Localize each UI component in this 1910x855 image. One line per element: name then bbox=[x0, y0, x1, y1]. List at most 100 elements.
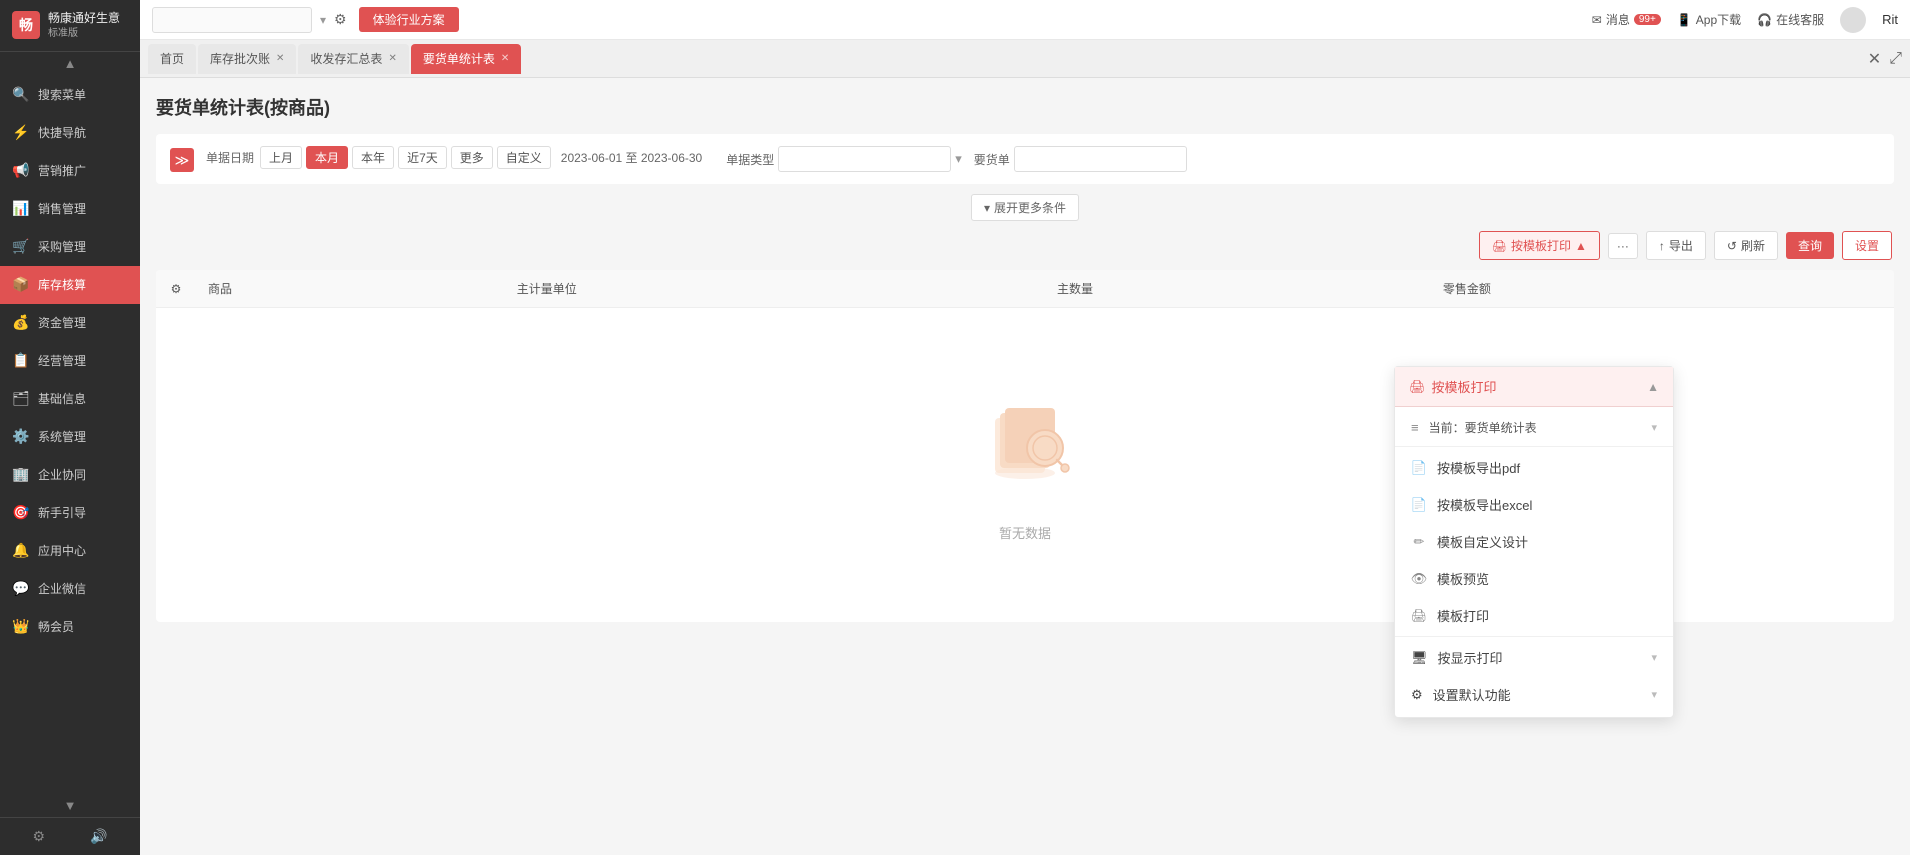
topbar-online-support[interactable]: 🎧 在线客服 bbox=[1757, 11, 1824, 28]
sidebar-item-purchase[interactable]: 🛒采购管理 bbox=[0, 228, 140, 266]
type-filter-input[interactable] bbox=[778, 146, 951, 172]
date-btn-更多[interactable]: 更多 bbox=[451, 146, 493, 169]
print-dropdown-header-icon: 🖨 bbox=[1409, 379, 1426, 395]
th-quantity: 主数量 bbox=[1045, 270, 1431, 308]
dropdown-item-template-export-pdf[interactable]: 📄按模板导出pdf bbox=[1395, 449, 1673, 486]
tab-close-inventory-batch[interactable]: ✕ bbox=[276, 53, 284, 64]
sidebar-item-basic[interactable]: 🗂 基础信息 bbox=[0, 380, 140, 418]
nav-icon-finance: 💰 bbox=[12, 314, 30, 332]
refresh-btn[interactable]: ↺ 刷新 bbox=[1714, 231, 1778, 260]
sidebar-item-quick-nav[interactable]: ⚡快捷导航 bbox=[0, 114, 140, 152]
sidebar: 畅 畅康通好生意 标准版 ▲ 🔍搜索菜单⚡快捷导航📢营销推广📊销售管理🛒采购管理… bbox=[0, 0, 140, 855]
item-label-template-export-excel: 按模板导出excel bbox=[1437, 495, 1657, 514]
sidebar-item-inventory[interactable]: 📦库存核算 bbox=[0, 266, 140, 304]
action-bar: 🖨 按模板打印 ▲ ··· ↑ 导出 ↺ 刷新 查询 设置 bbox=[156, 231, 1894, 260]
sidebar-item-search[interactable]: 🔍搜索菜单 bbox=[0, 76, 140, 114]
dropdown-item-template-preview[interactable]: 👁 模板预览 bbox=[1395, 560, 1673, 597]
tab-close-collection-summary[interactable]: ✕ bbox=[388, 53, 396, 64]
app-label: App下载 bbox=[1696, 11, 1741, 28]
tab-inventory-batch[interactable]: 库存批次账 ✕ bbox=[198, 44, 296, 74]
table-header-row: ⚙ 商品 主计量单位 主数量 零售金额 bbox=[156, 270, 1894, 308]
settings-icon[interactable]: ⚙ bbox=[33, 828, 46, 845]
nav-icon-app: 🔔 bbox=[12, 542, 30, 560]
sidebar-item-guide[interactable]: 🎯新手引导 bbox=[0, 494, 140, 532]
sidebar-item-sales[interactable]: 📊销售管理 bbox=[0, 190, 140, 228]
current-template-chevron: ▾ bbox=[1651, 421, 1657, 434]
sidebar-logo: 畅 畅康通好生意 标准版 bbox=[0, 0, 140, 52]
date-btn-上月[interactable]: 上月 bbox=[260, 146, 302, 169]
sidebar-item-finance[interactable]: 💰 资金管理 bbox=[0, 304, 140, 342]
goods-filter-input[interactable] bbox=[1014, 146, 1187, 172]
th-settings[interactable]: ⚙ bbox=[156, 270, 196, 308]
trial-btn[interactable]: 体验行业方案 bbox=[359, 7, 459, 32]
topbar-message[interactable]: ✉ 消息 99+ bbox=[1592, 11, 1661, 28]
date-filter-label: 单据日期 bbox=[206, 149, 254, 166]
table-head: ⚙ 商品 主计量单位 主数量 零售金额 bbox=[156, 270, 1894, 308]
nav-icon-enterprise: 🏢 bbox=[12, 466, 30, 484]
current-template-item[interactable]: ≡ 当前：要货单统计表 ▾ bbox=[1395, 411, 1673, 444]
dropdown-item-template-export-excel[interactable]: 📄按模板导出excel bbox=[1395, 486, 1673, 523]
tab-close-order-stats[interactable]: ✕ bbox=[501, 53, 509, 64]
topbar-gear-icon[interactable]: ⚙ bbox=[334, 11, 347, 28]
print-btn[interactable]: 🖨 按模板打印 ▲ bbox=[1479, 231, 1600, 260]
refresh-label: 刷新 bbox=[1741, 237, 1765, 254]
topbar-app-download[interactable]: 📱 App下载 bbox=[1677, 11, 1741, 28]
filter-expand-icon[interactable]: ≫ bbox=[170, 148, 194, 172]
topbar-chevron-icon[interactable]: ▾ bbox=[320, 13, 326, 27]
nav-label-basic: 基础信息 bbox=[38, 390, 86, 407]
default-func-item[interactable]: ⚙ 设置默认功能 ▾ bbox=[1395, 676, 1673, 713]
tab-expand-btn[interactable]: ⤢ bbox=[1889, 50, 1902, 68]
nav-icon-sales: 📊 bbox=[12, 200, 30, 218]
tab-collection-summary[interactable]: 收发存汇总表✕ bbox=[298, 44, 408, 74]
nav-label-system: 系统管理 bbox=[38, 428, 86, 445]
sidebar-item-operation[interactable]: 📋经营管理 bbox=[0, 342, 140, 380]
type-filter-chevron[interactable]: ▾ bbox=[955, 151, 962, 167]
display-print-item[interactable]: 🖥 按显示打印 ▾ bbox=[1395, 639, 1673, 676]
nav-label-finance: 资金管理 bbox=[38, 314, 86, 331]
topbar-search-input[interactable] bbox=[152, 7, 312, 33]
expand-more-btn[interactable]: ▾ 展开更多条件 bbox=[971, 194, 1079, 221]
item-label-template-preview: 模板预览 bbox=[1437, 569, 1657, 588]
nav-icon-basic: 🗂 bbox=[12, 390, 30, 408]
item-label-template-print: 模板打印 bbox=[1437, 606, 1657, 625]
tab-label-inventory-batch: 库存批次账 bbox=[210, 50, 270, 67]
date-btn-近7天[interactable]: 近7天 bbox=[398, 146, 447, 169]
settings-btn[interactable]: 设置 bbox=[1842, 231, 1892, 260]
dropdown-item-template-print[interactable]: 🖨模板打印 bbox=[1395, 597, 1673, 634]
nav-label-marketing: 营销推广 bbox=[38, 162, 86, 179]
main-content: ▾ ⚙ 体验行业方案 ✉ 消息 99+ 📱 App下载 🎧 在线客服 Rit 首… bbox=[140, 0, 1910, 855]
date-btn-本年[interactable]: 本年 bbox=[352, 146, 394, 169]
print-dropdown-up-icon[interactable]: ▲ bbox=[1647, 380, 1659, 394]
date-btn-自定义[interactable]: 自定义 bbox=[497, 146, 551, 169]
date-btn-本月[interactable]: 本月 bbox=[306, 146, 348, 169]
tab-home[interactable]: 首页 bbox=[148, 44, 196, 74]
tab-label-order-stats: 要货单统计表 bbox=[423, 50, 495, 67]
export-btn[interactable]: ↑ 导出 bbox=[1646, 231, 1706, 260]
sound-icon[interactable]: 🔊 bbox=[90, 828, 107, 845]
sidebar-item-member[interactable]: 👑畅会员 bbox=[0, 608, 140, 646]
date-filter-group: 单据日期 上月本月本年近7天更多自定义 2023-06-01 至 2023-06… bbox=[206, 146, 702, 169]
item-icon-template-preview: 👁 bbox=[1411, 571, 1427, 587]
sidebar-item-app[interactable]: 🔔应用中心 bbox=[0, 532, 140, 570]
empty-text: 暂无数据 bbox=[999, 523, 1051, 542]
sidebar-scroll-down[interactable]: ▼ bbox=[0, 793, 140, 817]
default-func-label: 设置默认功能 bbox=[1433, 685, 1511, 704]
more-btn[interactable]: ··· bbox=[1608, 233, 1638, 259]
sidebar-item-system[interactable]: ⚙️系统管理 bbox=[0, 418, 140, 456]
sidebar-item-wechat[interactable]: 💬企业微信 bbox=[0, 570, 140, 608]
nav-label-member: 畅会员 bbox=[38, 618, 74, 635]
tab-close-btn[interactable]: ✕ bbox=[1868, 49, 1881, 69]
sidebar-scroll-up[interactable]: ▲ bbox=[0, 52, 140, 76]
tab-order-stats[interactable]: 要货单统计表 ✕ bbox=[411, 44, 521, 74]
empty-icon bbox=[975, 388, 1075, 507]
logo-name: 畅康通好生意 bbox=[48, 10, 120, 27]
logo-badge: 标准版 bbox=[48, 27, 120, 41]
sidebar-bottom: ⚙ 🔊 bbox=[0, 817, 140, 855]
sidebar-item-marketing[interactable]: 📢营销推广 bbox=[0, 152, 140, 190]
print-chevron-icon: ▲ bbox=[1575, 239, 1587, 253]
sidebar-item-enterprise[interactable]: 🏢企业协同 bbox=[0, 456, 140, 494]
avatar[interactable] bbox=[1840, 7, 1866, 33]
query-btn[interactable]: 查询 bbox=[1786, 232, 1834, 259]
dropdown-item-template-design[interactable]: ✏模板自定义设计 bbox=[1395, 523, 1673, 560]
th-amount: 零售金额 bbox=[1431, 270, 1894, 308]
